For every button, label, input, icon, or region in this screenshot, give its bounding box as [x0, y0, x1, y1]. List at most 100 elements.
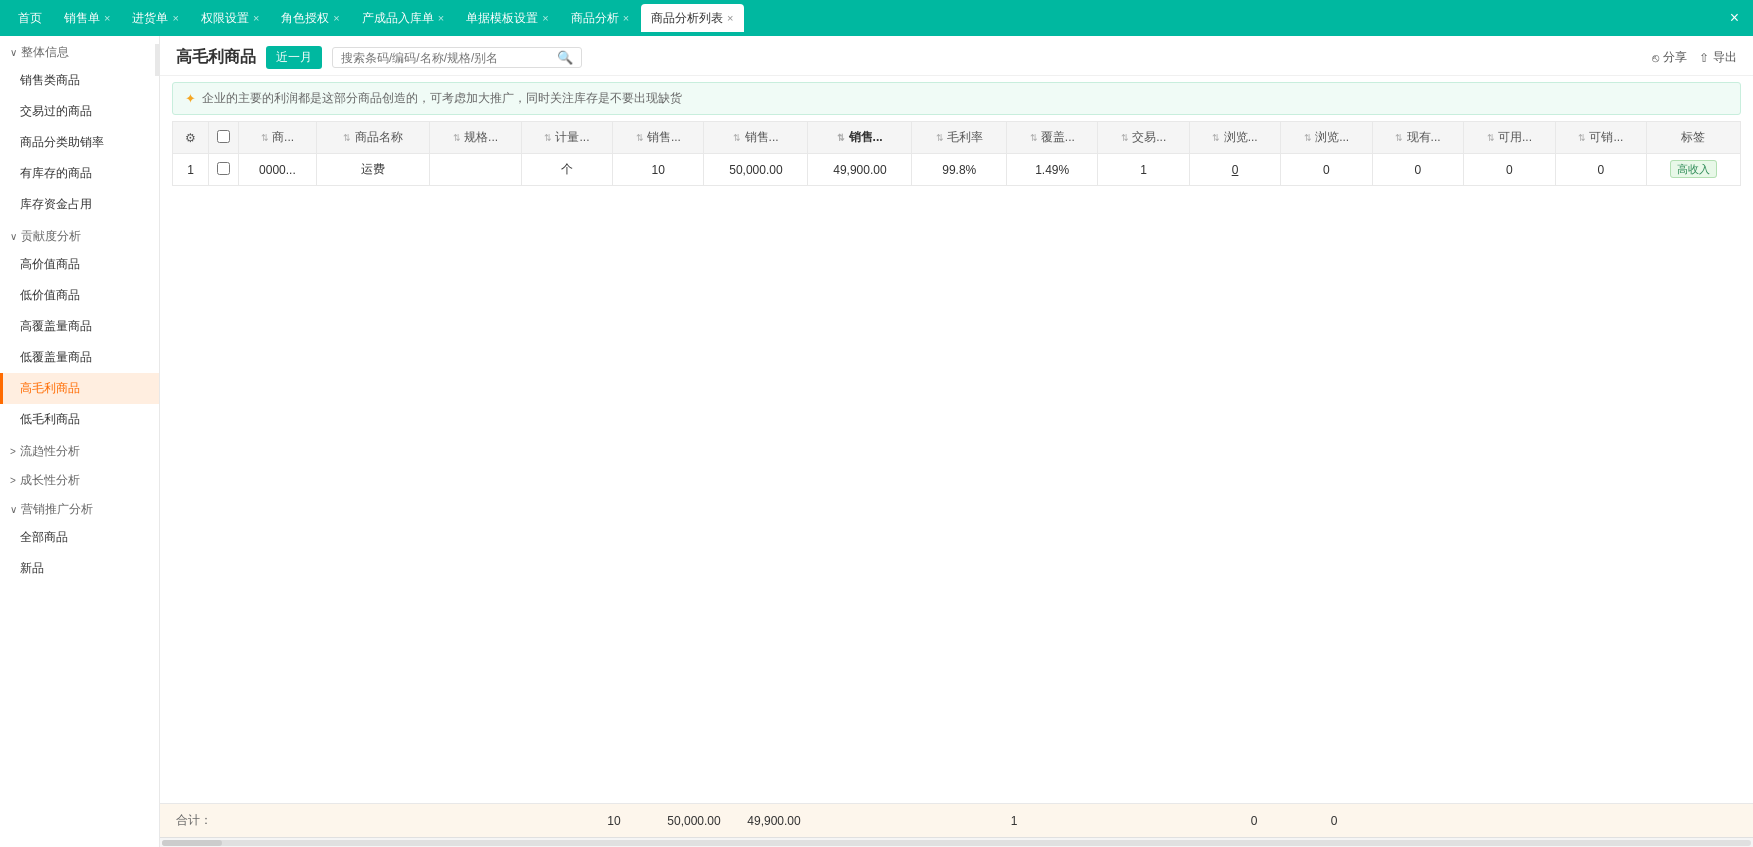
sidebar-item-high-coverage[interactable]: 高覆盖量商品 — [0, 311, 159, 342]
info-bar: ✦ 企业的主要的利润都是这部分商品创造的，可考虑加大推广，同时关注库存是不要出现… — [172, 82, 1741, 115]
cell-trade: 1 — [1098, 154, 1189, 186]
filter-recent-month-button[interactable]: 近一月 — [266, 46, 322, 69]
sidebar-item-high-margin[interactable]: 高毛利商品 — [0, 373, 159, 404]
cell-sales-qty: 10 — [613, 154, 704, 186]
search-box: 🔍 — [332, 47, 582, 68]
sidebar-item-stock-capital[interactable]: 库存资金占用 — [0, 189, 159, 220]
sort-icon[interactable]: ⇅ — [837, 133, 845, 143]
sort-icon[interactable]: ⇅ — [1121, 133, 1129, 143]
sort-icon[interactable]: ⇅ — [544, 133, 552, 143]
close-icon[interactable]: × — [542, 12, 548, 24]
cell-spec — [430, 154, 521, 186]
export-button[interactable]: ⇧ 导出 — [1699, 49, 1737, 66]
cell-sales-amount: 50,000.00 — [704, 154, 808, 186]
chevron-down-icon: ∨ — [10, 504, 17, 515]
tab-label: 商品分析列表 — [651, 10, 723, 27]
footer-sales-amount: 50,000.00 — [654, 814, 734, 828]
col-browse1: ⇅ 浏览... — [1189, 122, 1280, 154]
sort-icon[interactable]: ⇅ — [1487, 133, 1495, 143]
tab-product-in[interactable]: 产成品入库单 × — [352, 4, 454, 32]
sidebar-group-contribution[interactable]: ∨ 贡献度分析 — [0, 220, 159, 249]
chevron-down-icon: ∨ — [10, 231, 17, 242]
sort-icon[interactable]: ⇅ — [343, 133, 351, 143]
cell-checkbox — [209, 154, 239, 186]
sort-icon[interactable]: ⇅ — [636, 133, 644, 143]
tab-home[interactable]: 首页 — [8, 4, 52, 32]
sort-icon[interactable]: ⇅ — [1578, 133, 1586, 143]
close-icon[interactable]: × — [623, 12, 629, 24]
close-icon[interactable]: × — [438, 12, 444, 24]
sidebar-group-marketing[interactable]: ∨ 营销推广分析 — [0, 493, 159, 522]
close-icon[interactable]: × — [253, 12, 259, 24]
window-close-button[interactable]: × — [1724, 9, 1745, 27]
tab-permission[interactable]: 权限设置 × — [191, 4, 269, 32]
search-input[interactable] — [341, 51, 553, 65]
tab-role[interactable]: 角色授权 × — [271, 4, 349, 32]
browse1-link[interactable]: 0 — [1232, 163, 1239, 177]
col-sales-amount: ⇅ 销售... — [704, 122, 808, 154]
tab-template[interactable]: 单据模板设置 × — [456, 4, 558, 32]
tab-product-analysis-list[interactable]: 商品分析列表 × — [641, 4, 743, 32]
scroll-thumb[interactable] — [162, 840, 222, 846]
sort-icon[interactable]: ⇅ — [733, 133, 741, 143]
top-navigation: 首页 销售单 × 进货单 × 权限设置 × 角色授权 × 产成品入库单 × 单据… — [0, 0, 1753, 36]
sidebar-item-new-goods[interactable]: 新品 — [0, 553, 159, 584]
col-coverage: ⇅ 覆盖... — [1006, 122, 1097, 154]
sidebar-item-high-value[interactable]: 高价值商品 — [0, 249, 159, 280]
close-icon[interactable]: × — [104, 12, 110, 24]
sort-icon[interactable]: ⇅ — [936, 133, 944, 143]
select-all-checkbox[interactable] — [217, 130, 230, 143]
footer-totals: 合计： 10 50,000.00 49,900.00 1 0 0 — [160, 803, 1753, 837]
sort-icon[interactable]: ⇅ — [1395, 133, 1403, 143]
col-unit: ⇅ 计量... — [521, 122, 612, 154]
footer-available: 0 — [1294, 814, 1374, 828]
tab-purchase[interactable]: 进货单 × — [122, 4, 188, 32]
settings-icon[interactable]: ⚙ — [185, 131, 196, 145]
sidebar-item-low-margin[interactable]: 低毛利商品 — [0, 404, 159, 435]
total-label: 合计： — [176, 812, 212, 829]
tab-sales[interactable]: 销售单 × — [54, 4, 120, 32]
sidebar-item-category-rate[interactable]: 商品分类助销率 — [0, 127, 159, 158]
sort-icon[interactable]: ⇅ — [1304, 133, 1312, 143]
share-button[interactable]: ⎋ 分享 — [1652, 49, 1687, 66]
close-icon[interactable]: × — [727, 12, 733, 24]
row-checkbox[interactable] — [217, 162, 230, 175]
col-trade: ⇅ 交易... — [1098, 122, 1189, 154]
group-label: 整体信息 — [21, 44, 69, 61]
close-icon[interactable]: × — [333, 12, 339, 24]
footer-sales-qty: 10 — [574, 814, 654, 828]
col-gross-rate: ⇅ 毛利率 — [912, 122, 1007, 154]
sidebar-item-sales-goods[interactable]: 销售类商品 — [0, 65, 159, 96]
sidebar-group-trend[interactable]: > 流趋性分析 — [0, 435, 159, 464]
sort-icon[interactable]: ⇅ — [261, 133, 269, 143]
footer-current: 0 — [1214, 814, 1294, 828]
sort-icon[interactable]: ⇅ — [1030, 133, 1038, 143]
close-icon[interactable]: × — [172, 12, 178, 24]
page-title: 高毛利商品 — [176, 47, 256, 68]
sidebar-group-overall[interactable]: ∨ 整体信息 — [0, 36, 159, 65]
sort-icon[interactable]: ⇅ — [453, 133, 461, 143]
sidebar-item-low-value[interactable]: 低价值商品 — [0, 280, 159, 311]
sidebar-item-all-goods[interactable]: 全部商品 — [0, 522, 159, 553]
sort-icon[interactable]: ⇅ — [1212, 133, 1220, 143]
cell-coverage: 1.49% — [1006, 154, 1097, 186]
col-available: ⇅ 可用... — [1464, 122, 1555, 154]
tab-label: 进货单 — [132, 10, 168, 27]
col-sales-qty: ⇅ 销售... — [613, 122, 704, 154]
cell-available: 0 — [1464, 154, 1555, 186]
horizontal-scrollbar[interactable] — [160, 837, 1753, 847]
sidebar-group-growth[interactable]: > 成长性分析 — [0, 464, 159, 493]
sidebar-item-low-coverage[interactable]: 低覆盖量商品 — [0, 342, 159, 373]
tab-label: 商品分析 — [571, 10, 619, 27]
search-icon[interactable]: 🔍 — [557, 50, 573, 65]
data-table: ⚙ ⇅ 商... ⇅ 商品名称 — [172, 121, 1741, 186]
header-actions: ⎋ 分享 ⇧ 导出 — [1652, 49, 1737, 66]
tab-product-analysis[interactable]: 商品分析 × — [561, 4, 639, 32]
col-checkbox — [209, 122, 239, 154]
cell-sellable: 0 — [1555, 154, 1646, 186]
sidebar-item-traded-goods[interactable]: 交易过的商品 — [0, 96, 159, 127]
sidebar-item-stocked-goods[interactable]: 有库存的商品 — [0, 158, 159, 189]
sidebar-collapse-button[interactable]: 《 — [155, 44, 160, 76]
group-label: 流趋性分析 — [20, 443, 80, 460]
cell-index: 1 — [173, 154, 209, 186]
